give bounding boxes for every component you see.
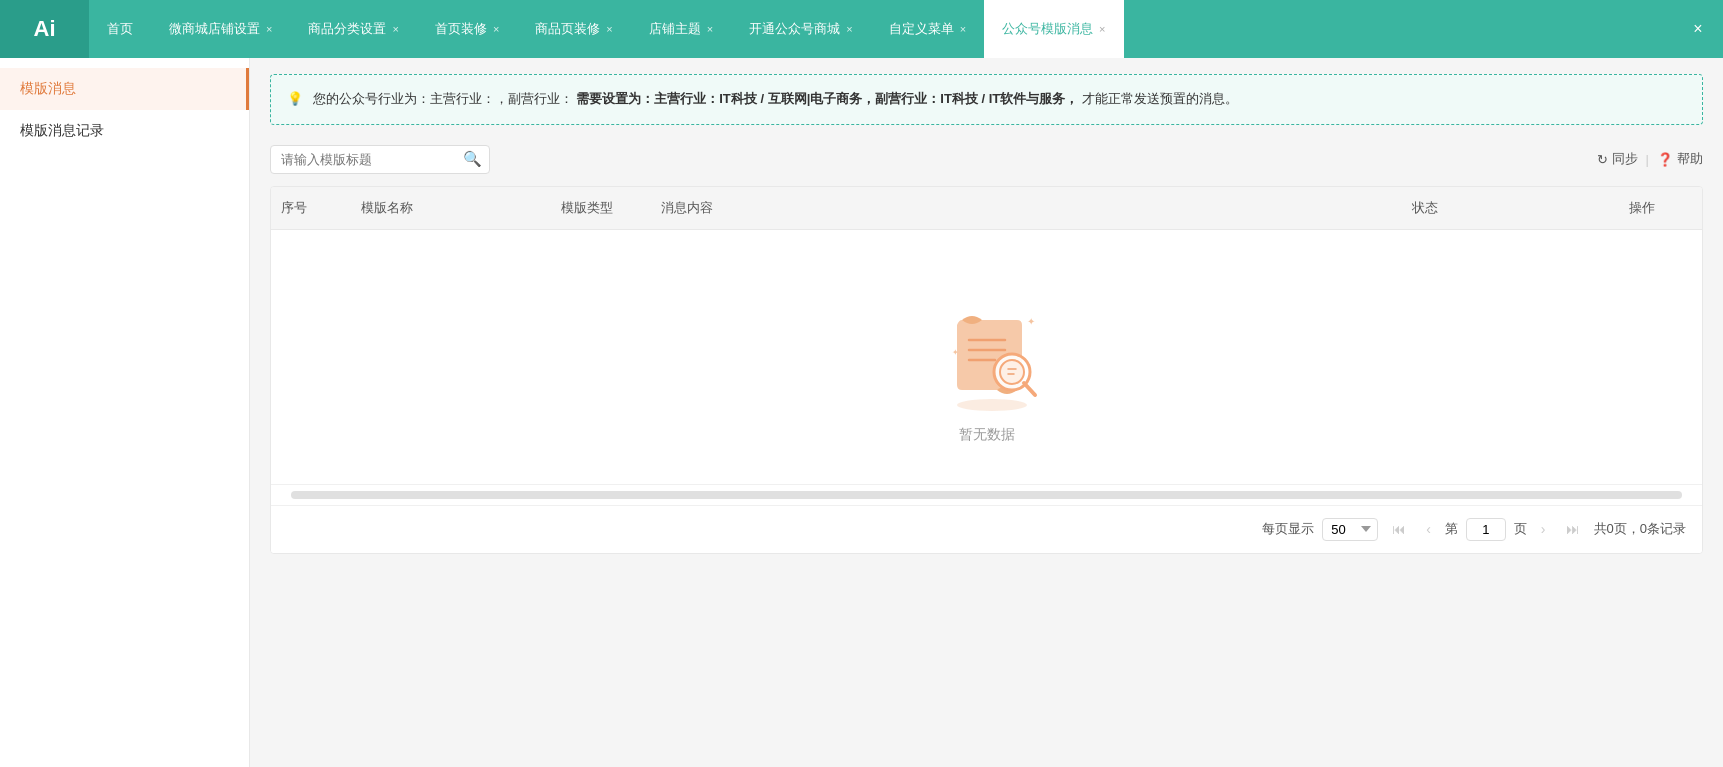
sidebar: 模版消息模版消息记录 bbox=[0, 58, 250, 767]
main-layout: 模版消息模版消息记录 💡 您的公众号行业为：主营行业：，副营行业： 需要设置为：… bbox=[0, 58, 1723, 767]
divider: | bbox=[1646, 152, 1649, 167]
app-logo: Ai bbox=[0, 0, 89, 58]
tab-bar: 首页微商城店铺设置 ×商品分类设置 ×首页装修 ×商品页装修 ×店铺主题 ×开通… bbox=[89, 0, 1673, 58]
table-header: 序号 模版名称 模版类型 消息内容 状态 操作 bbox=[271, 187, 1702, 230]
tab-公众号模版消息[interactable]: 公众号模版消息 × bbox=[984, 0, 1123, 58]
tab-首页[interactable]: 首页 bbox=[89, 0, 151, 58]
search-button[interactable]: 🔍 bbox=[463, 150, 482, 168]
empty-state: ✦ ✦ 暂无数据 bbox=[271, 230, 1702, 484]
page-size-select[interactable]: 50 20 100 bbox=[1322, 518, 1378, 541]
svg-point-0 bbox=[957, 399, 1027, 411]
tab-close-icon[interactable]: × bbox=[960, 23, 966, 35]
notice-suffix: 才能正常发送预置的消息。 bbox=[1082, 91, 1238, 106]
notice-prefix: 您的公众号行业为：主营行业：，副营行业： bbox=[313, 91, 573, 106]
page-number-input[interactable] bbox=[1466, 518, 1506, 541]
tab-微商城店铺设置[interactable]: 微商城店铺设置 × bbox=[151, 0, 290, 58]
sidebar-item-模版消息记录[interactable]: 模版消息记录 bbox=[0, 110, 249, 152]
tab-close-icon[interactable]: × bbox=[266, 23, 272, 35]
tab-close-icon[interactable]: × bbox=[493, 23, 499, 35]
empty-svg-icon: ✦ ✦ bbox=[927, 290, 1057, 420]
scrollbar-area bbox=[271, 484, 1702, 505]
empty-text: 暂无数据 bbox=[959, 426, 1015, 444]
tab-close-icon[interactable]: × bbox=[1099, 23, 1105, 35]
col-header-index: 序号 bbox=[271, 187, 351, 229]
svg-text:✦: ✦ bbox=[1027, 316, 1035, 327]
sync-button[interactable]: ↻ 同步 bbox=[1597, 150, 1638, 168]
svg-text:✦: ✦ bbox=[952, 348, 959, 357]
tab-首页装修[interactable]: 首页装修 × bbox=[417, 0, 517, 58]
col-header-action: 操作 bbox=[1582, 187, 1702, 229]
sidebar-item-模版消息[interactable]: 模版消息 bbox=[0, 68, 249, 110]
tab-close-icon[interactable]: × bbox=[392, 23, 398, 35]
help-button[interactable]: ❓ 帮助 bbox=[1657, 150, 1703, 168]
global-close-button[interactable]: × bbox=[1673, 0, 1723, 58]
tab-商品页装修[interactable]: 商品页装修 × bbox=[517, 0, 630, 58]
pagination: 每页显示 50 20 100 ⏮ ‹ 第 页 › ⏭ 共0页，0条记录 bbox=[271, 505, 1702, 553]
empty-illustration: ✦ ✦ bbox=[927, 290, 1047, 410]
page-suffix: 页 bbox=[1514, 520, 1527, 538]
tab-close-icon[interactable]: × bbox=[846, 23, 852, 35]
search-bar: 🔍 ↻ 同步 | ❓ 帮助 bbox=[270, 145, 1703, 174]
col-header-type: 模版类型 bbox=[551, 187, 651, 229]
search-right: ↻ 同步 | ❓ 帮助 bbox=[1597, 150, 1703, 168]
data-table: 序号 模版名称 模版类型 消息内容 状态 操作 bbox=[270, 186, 1703, 554]
col-header-status: 状态 bbox=[1402, 187, 1582, 229]
tab-商品分类设置[interactable]: 商品分类设置 × bbox=[290, 0, 416, 58]
page-size-label: 每页显示 bbox=[1262, 520, 1314, 538]
tab-close-icon[interactable]: × bbox=[606, 23, 612, 35]
page-prefix: 第 bbox=[1445, 520, 1458, 538]
help-label: 帮助 bbox=[1677, 150, 1703, 168]
last-page-button[interactable]: ⏭ bbox=[1560, 519, 1586, 539]
notice-icon: 💡 bbox=[287, 91, 303, 106]
first-page-button[interactable]: ⏮ bbox=[1386, 519, 1412, 539]
notice-highlight: 需要设置为：主营行业：IT科技 / 互联网|电子商务，副营行业：IT科技 / I… bbox=[576, 91, 1078, 106]
tab-自定义菜单[interactable]: 自定义菜单 × bbox=[871, 0, 984, 58]
col-header-name: 模版名称 bbox=[351, 187, 551, 229]
svg-line-6 bbox=[1024, 383, 1035, 395]
tab-开通公众号商城[interactable]: 开通公众号商城 × bbox=[731, 0, 870, 58]
tab-店铺主题[interactable]: 店铺主题 × bbox=[631, 0, 731, 58]
sync-icon: ↻ bbox=[1597, 152, 1608, 167]
page-total: 共0页，0条记录 bbox=[1594, 520, 1686, 538]
prev-page-button[interactable]: ‹ bbox=[1420, 519, 1437, 539]
col-header-content: 消息内容 bbox=[651, 187, 1402, 229]
svg-point-5 bbox=[1000, 360, 1024, 384]
notice-banner: 💡 您的公众号行业为：主营行业：，副营行业： 需要设置为：主营行业：IT科技 /… bbox=[270, 74, 1703, 125]
help-icon: ❓ bbox=[1657, 152, 1673, 167]
content-area: 💡 您的公众号行业为：主营行业：，副营行业： 需要设置为：主营行业：IT科技 /… bbox=[250, 58, 1723, 767]
search-left: 🔍 bbox=[270, 145, 490, 174]
tab-close-icon[interactable]: × bbox=[707, 23, 713, 35]
search-input-wrapper: 🔍 bbox=[270, 145, 490, 174]
top-navigation: Ai 首页微商城店铺设置 ×商品分类设置 ×首页装修 ×商品页装修 ×店铺主题 … bbox=[0, 0, 1723, 58]
horizontal-scrollbar[interactable] bbox=[291, 491, 1682, 499]
search-input[interactable] bbox=[270, 145, 490, 174]
next-page-button[interactable]: › bbox=[1535, 519, 1552, 539]
sync-label: 同步 bbox=[1612, 150, 1638, 168]
